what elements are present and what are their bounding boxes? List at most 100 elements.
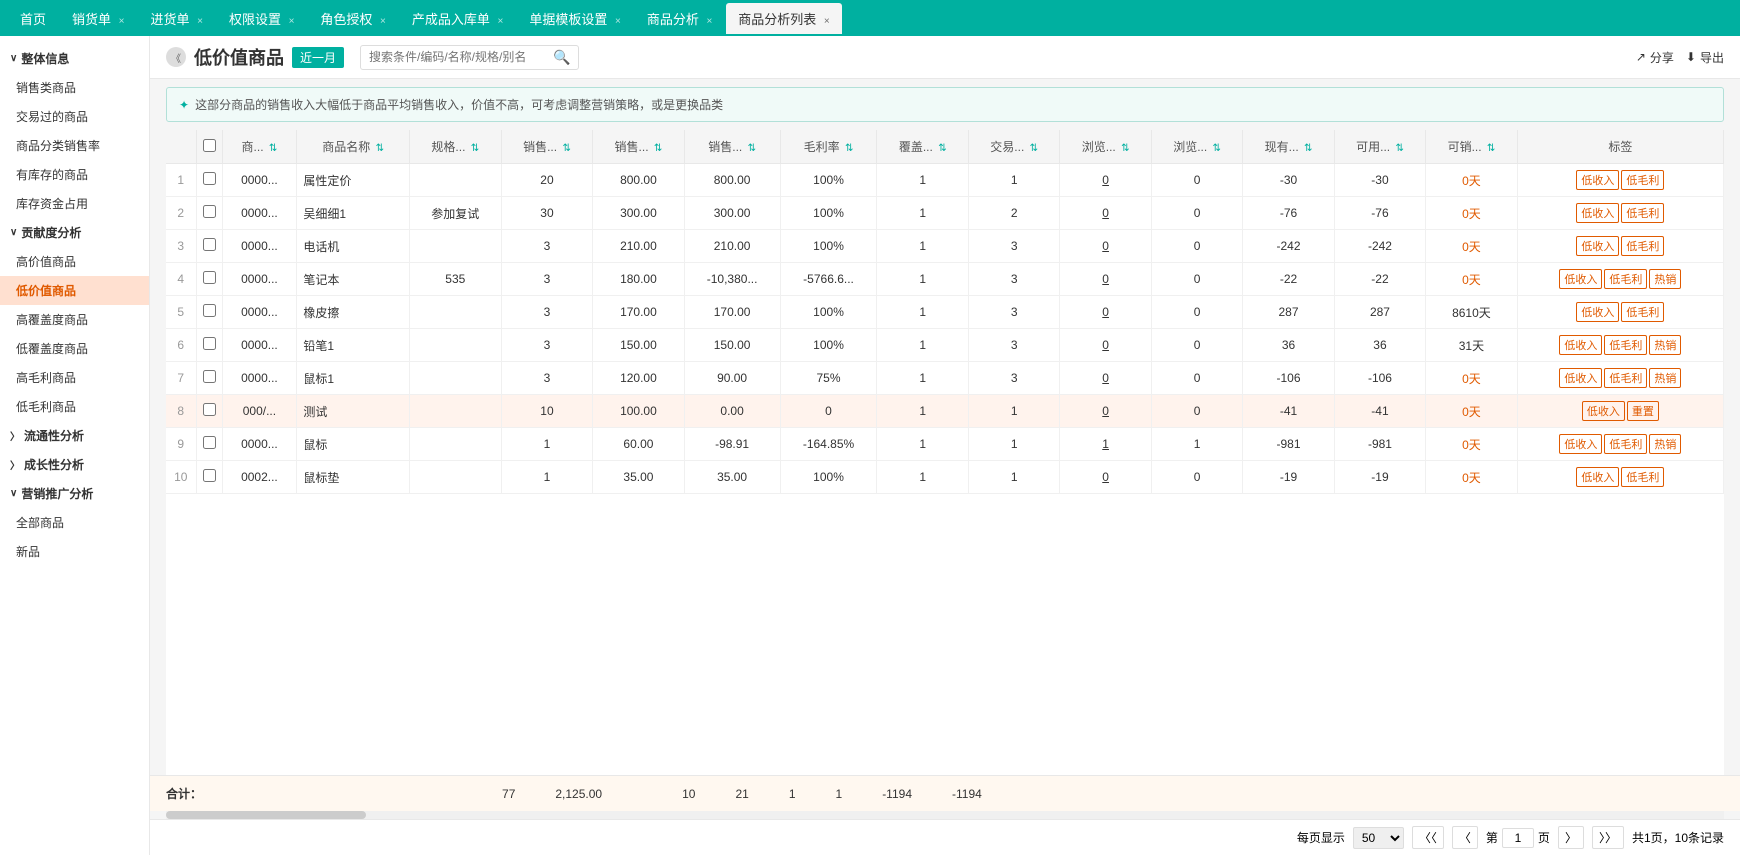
sidebar-item-low-coverage[interactable]: 低覆盖度商品 bbox=[0, 334, 149, 363]
current-column-header[interactable]: 现有... ⇅ bbox=[1243, 130, 1334, 164]
table-row[interactable]: 10 0002... 鼠标垫 1 35.00 35.00 100% 1 1 0 … bbox=[166, 461, 1724, 494]
row-browse1[interactable]: 0 bbox=[1060, 230, 1151, 263]
row-select-checkbox[interactable] bbox=[203, 172, 216, 185]
nav-goods-list-close[interactable]: × bbox=[824, 16, 830, 27]
data-table-wrapper[interactable]: 商... ⇅ 商品名称 ⇅ 规格... ⇅ 销售... ⇅ 销售... ⇅ 销售… bbox=[166, 130, 1724, 775]
sidebar-group-overall[interactable]: ∨ 整体信息 bbox=[0, 44, 149, 73]
page-number-input[interactable] bbox=[1502, 828, 1534, 848]
row-select-checkbox[interactable] bbox=[203, 403, 216, 416]
spec-column-header[interactable]: 规格... ⇅ bbox=[409, 130, 501, 164]
sidebar-group-marketing[interactable]: ∨ 营销推广分析 bbox=[0, 479, 149, 508]
sidebar-item-stock-goods[interactable]: 有库存的商品 bbox=[0, 160, 149, 189]
nav-goods-analysis-close[interactable]: × bbox=[706, 16, 712, 27]
export-button[interactable]: ⬇ 导出 bbox=[1686, 49, 1724, 66]
next-page-button[interactable]: 〉 bbox=[1558, 826, 1584, 849]
time-filter-button[interactable]: 近一月 bbox=[292, 47, 344, 68]
name-column-header[interactable]: 商品名称 ⇅ bbox=[297, 130, 410, 164]
table-row[interactable]: 3 0000... 电话机 3 210.00 210.00 100% 1 3 0… bbox=[166, 230, 1724, 263]
nav-sales[interactable]: 销货单 × bbox=[60, 3, 136, 34]
table-row[interactable]: 2 0000... 吴细细1 参加复试 30 300.00 300.00 100… bbox=[166, 197, 1724, 230]
row-browse1[interactable]: 0 bbox=[1060, 197, 1151, 230]
browse-link[interactable]: 0 bbox=[1102, 404, 1109, 418]
sidebar-group-growth[interactable]: 〉 成长性分析 bbox=[0, 450, 149, 479]
sale-price-column-header[interactable]: 销售... ⇅ bbox=[593, 130, 684, 164]
sidebar-item-new-goods[interactable]: 新品 bbox=[0, 537, 149, 566]
nav-permissions[interactable]: 权限设置 × bbox=[217, 3, 306, 34]
nav-purchase-close[interactable]: × bbox=[197, 16, 203, 27]
select-all-checkbox[interactable] bbox=[203, 139, 216, 152]
row-browse1[interactable]: 0 bbox=[1060, 362, 1151, 395]
row-browse1[interactable]: 0 bbox=[1060, 296, 1151, 329]
table-row[interactable]: 4 0000... 笔记本 535 3 180.00 -10,380... -5… bbox=[166, 263, 1724, 296]
row-checkbox[interactable] bbox=[196, 164, 222, 197]
table-row[interactable]: 5 0000... 橡皮擦 3 170.00 170.00 100% 1 3 0… bbox=[166, 296, 1724, 329]
nav-template-close[interactable]: × bbox=[615, 16, 621, 27]
transaction-column-header[interactable]: 交易... ⇅ bbox=[968, 130, 1059, 164]
row-checkbox[interactable] bbox=[196, 461, 222, 494]
sidebar-item-high-value[interactable]: 高价值商品 bbox=[0, 247, 149, 276]
row-checkbox[interactable] bbox=[196, 230, 222, 263]
browse1-column-header[interactable]: 浏览... ⇅ bbox=[1060, 130, 1151, 164]
row-select-checkbox[interactable] bbox=[203, 238, 216, 251]
browse-link[interactable]: 0 bbox=[1102, 173, 1109, 187]
sidebar-item-traded-goods[interactable]: 交易过的商品 bbox=[0, 102, 149, 131]
sidebar-item-high-margin[interactable]: 高毛利商品 bbox=[0, 363, 149, 392]
row-select-checkbox[interactable] bbox=[203, 271, 216, 284]
row-checkbox[interactable] bbox=[196, 263, 222, 296]
row-select-checkbox[interactable] bbox=[203, 436, 216, 449]
collapse-button[interactable]: 《 bbox=[166, 47, 186, 67]
sidebar-item-low-margin[interactable]: 低毛利商品 bbox=[0, 392, 149, 421]
nav-permissions-close[interactable]: × bbox=[289, 16, 295, 27]
row-browse1[interactable]: 1 bbox=[1060, 428, 1151, 461]
prev-page-button[interactable]: 〈 bbox=[1452, 826, 1478, 849]
row-checkbox[interactable] bbox=[196, 329, 222, 362]
search-input[interactable] bbox=[369, 50, 549, 64]
nav-roles[interactable]: 角色授权 × bbox=[308, 3, 397, 34]
browse2-column-header[interactable]: 浏览... ⇅ bbox=[1151, 130, 1242, 164]
row-browse1[interactable]: 0 bbox=[1060, 395, 1151, 428]
row-checkbox[interactable] bbox=[196, 395, 222, 428]
margin-column-header[interactable]: 毛利率 ⇅ bbox=[780, 130, 877, 164]
nav-template[interactable]: 单据模板设置 × bbox=[517, 3, 632, 34]
browse-link[interactable]: 0 bbox=[1102, 470, 1109, 484]
available-column-header[interactable]: 可用... ⇅ bbox=[1334, 130, 1425, 164]
sidebar-group-flow[interactable]: 〉 流通性分析 bbox=[0, 421, 149, 450]
browse-link[interactable]: 0 bbox=[1102, 239, 1109, 253]
browse-link[interactable]: 1 bbox=[1102, 437, 1109, 451]
row-browse1[interactable]: 0 bbox=[1060, 164, 1151, 197]
last-page-button[interactable]: 〉〉 bbox=[1592, 826, 1624, 849]
table-row[interactable]: 9 0000... 鼠标 1 60.00 -98.91 -164.85% 1 1… bbox=[166, 428, 1724, 461]
row-select-checkbox[interactable] bbox=[203, 469, 216, 482]
saleable-column-header[interactable]: 可销... ⇅ bbox=[1426, 130, 1517, 164]
row-checkbox[interactable] bbox=[196, 428, 222, 461]
browse-link[interactable]: 0 bbox=[1102, 206, 1109, 220]
row-select-checkbox[interactable] bbox=[203, 304, 216, 317]
row-checkbox[interactable] bbox=[196, 362, 222, 395]
row-select-checkbox[interactable] bbox=[203, 205, 216, 218]
search-icon[interactable]: 🔍 bbox=[553, 49, 570, 66]
coverage-column-header[interactable]: 覆盖... ⇅ bbox=[877, 130, 968, 164]
table-row[interactable]: 8 000/... 测试 10 100.00 0.00 0 1 1 0 0 -4… bbox=[166, 395, 1724, 428]
sale-qty-column-header[interactable]: 销售... ⇅ bbox=[501, 130, 592, 164]
checkbox-column-header[interactable] bbox=[196, 130, 222, 164]
sidebar-item-high-coverage[interactable]: 高覆盖度商品 bbox=[0, 305, 149, 334]
browse-link[interactable]: 0 bbox=[1102, 272, 1109, 286]
sidebar-item-stock-capital[interactable]: 库存资金占用 bbox=[0, 189, 149, 218]
row-checkbox[interactable] bbox=[196, 296, 222, 329]
table-row[interactable]: 6 0000... 铅笔1 3 150.00 150.00 100% 1 3 0… bbox=[166, 329, 1724, 362]
scrollbar-thumb[interactable] bbox=[166, 811, 366, 819]
tags-column-header[interactable]: 标签 bbox=[1517, 130, 1723, 164]
sidebar-item-category-rate[interactable]: 商品分类销售率 bbox=[0, 131, 149, 160]
nav-sales-close[interactable]: × bbox=[119, 16, 125, 27]
sidebar-item-all-goods[interactable]: 全部商品 bbox=[0, 508, 149, 537]
share-button[interactable]: ↗ 分享 bbox=[1636, 49, 1674, 66]
code-column-header[interactable]: 商... ⇅ bbox=[222, 130, 297, 164]
sale-amount-column-header[interactable]: 销售... ⇅ bbox=[684, 130, 780, 164]
nav-goods-list[interactable]: 商品分析列表 × bbox=[726, 3, 841, 34]
row-select-checkbox[interactable] bbox=[203, 370, 216, 383]
row-browse1[interactable]: 0 bbox=[1060, 329, 1151, 362]
browse-link[interactable]: 0 bbox=[1102, 305, 1109, 319]
row-select-checkbox[interactable] bbox=[203, 337, 216, 350]
first-page-button[interactable]: 〈〈 bbox=[1412, 826, 1444, 849]
nav-goods-analysis[interactable]: 商品分析 × bbox=[635, 3, 724, 34]
